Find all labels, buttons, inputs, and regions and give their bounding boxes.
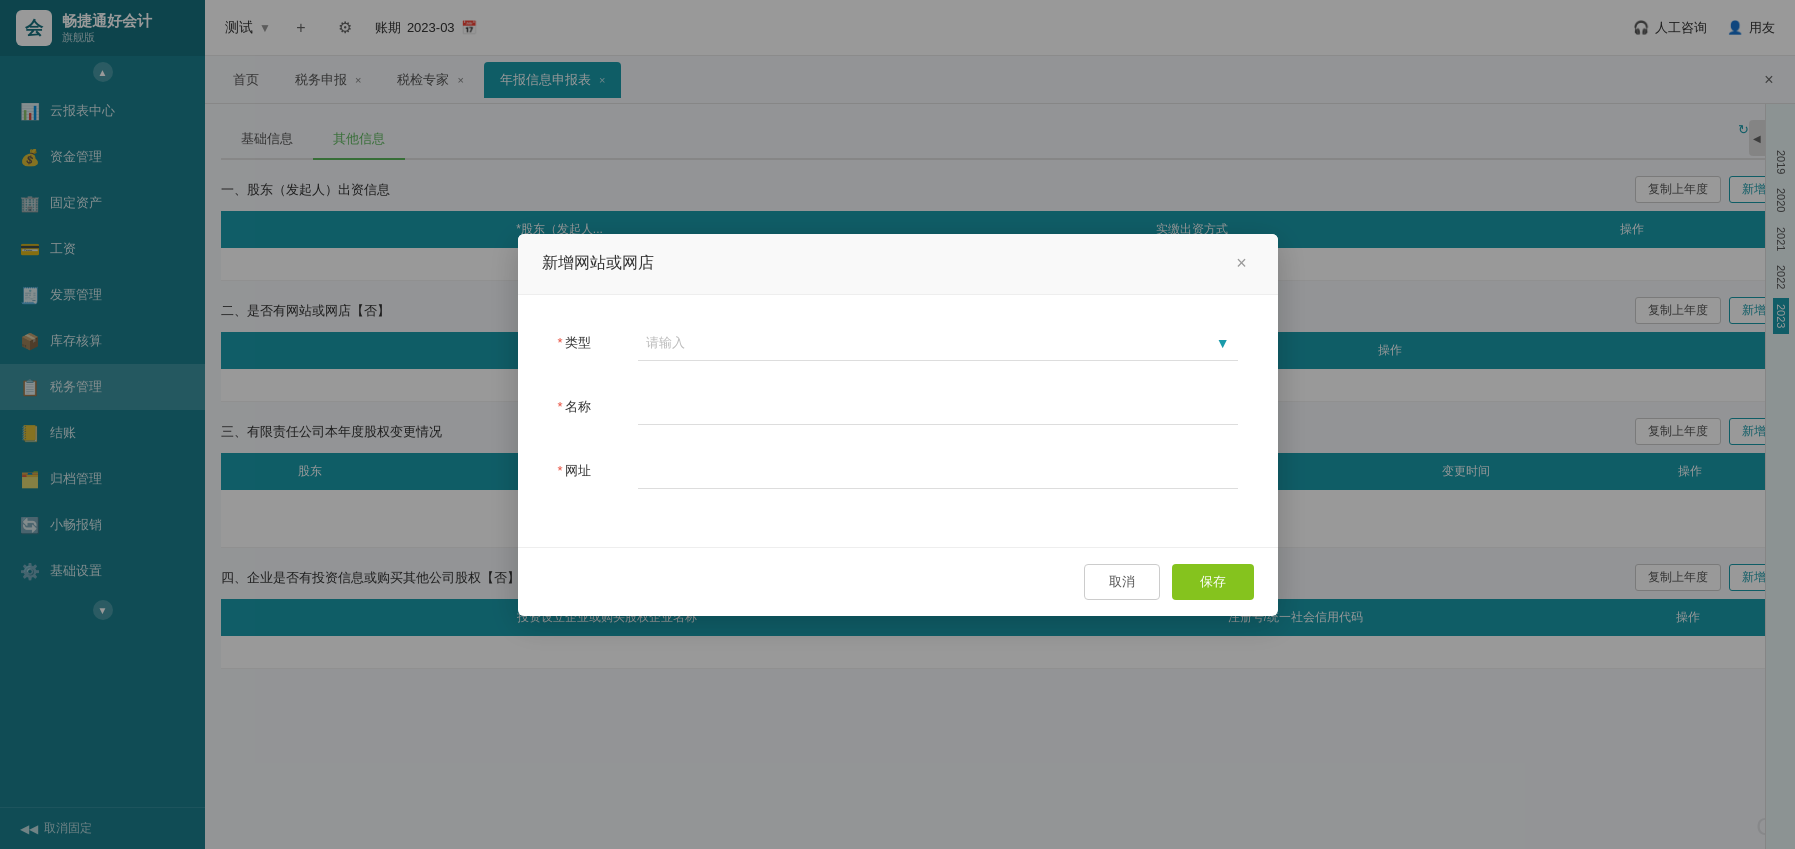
type-input-wrapper: ▼ [638,325,1238,361]
name-input[interactable] [638,389,1238,425]
name-input-wrapper [638,389,1238,425]
dropdown-arrow-icon[interactable]: ▼ [1216,335,1230,351]
add-website-modal: 新增网站或网店 × *类型 ▼ *名称 [518,234,1278,616]
modal-footer: 取消 保存 [518,547,1278,616]
modal-body: *类型 ▼ *名称 *网址 [518,295,1278,547]
modal-close-btn[interactable]: × [1230,252,1254,276]
url-label: *网址 [558,462,638,480]
form-row-type: *类型 ▼ [558,325,1238,361]
modal-header: 新增网站或网店 × [518,234,1278,295]
form-row-name: *名称 [558,389,1238,425]
type-input[interactable] [638,325,1238,361]
form-row-url: *网址 [558,453,1238,489]
name-label: *名称 [558,398,638,416]
type-label: *类型 [558,334,638,352]
url-input[interactable] [638,453,1238,489]
save-button[interactable]: 保存 [1172,564,1254,600]
modal-overlay: 新增网站或网店 × *类型 ▼ *名称 [0,0,1795,849]
cancel-button[interactable]: 取消 [1084,564,1160,600]
url-input-wrapper [638,453,1238,489]
modal-title: 新增网站或网店 [542,253,654,274]
